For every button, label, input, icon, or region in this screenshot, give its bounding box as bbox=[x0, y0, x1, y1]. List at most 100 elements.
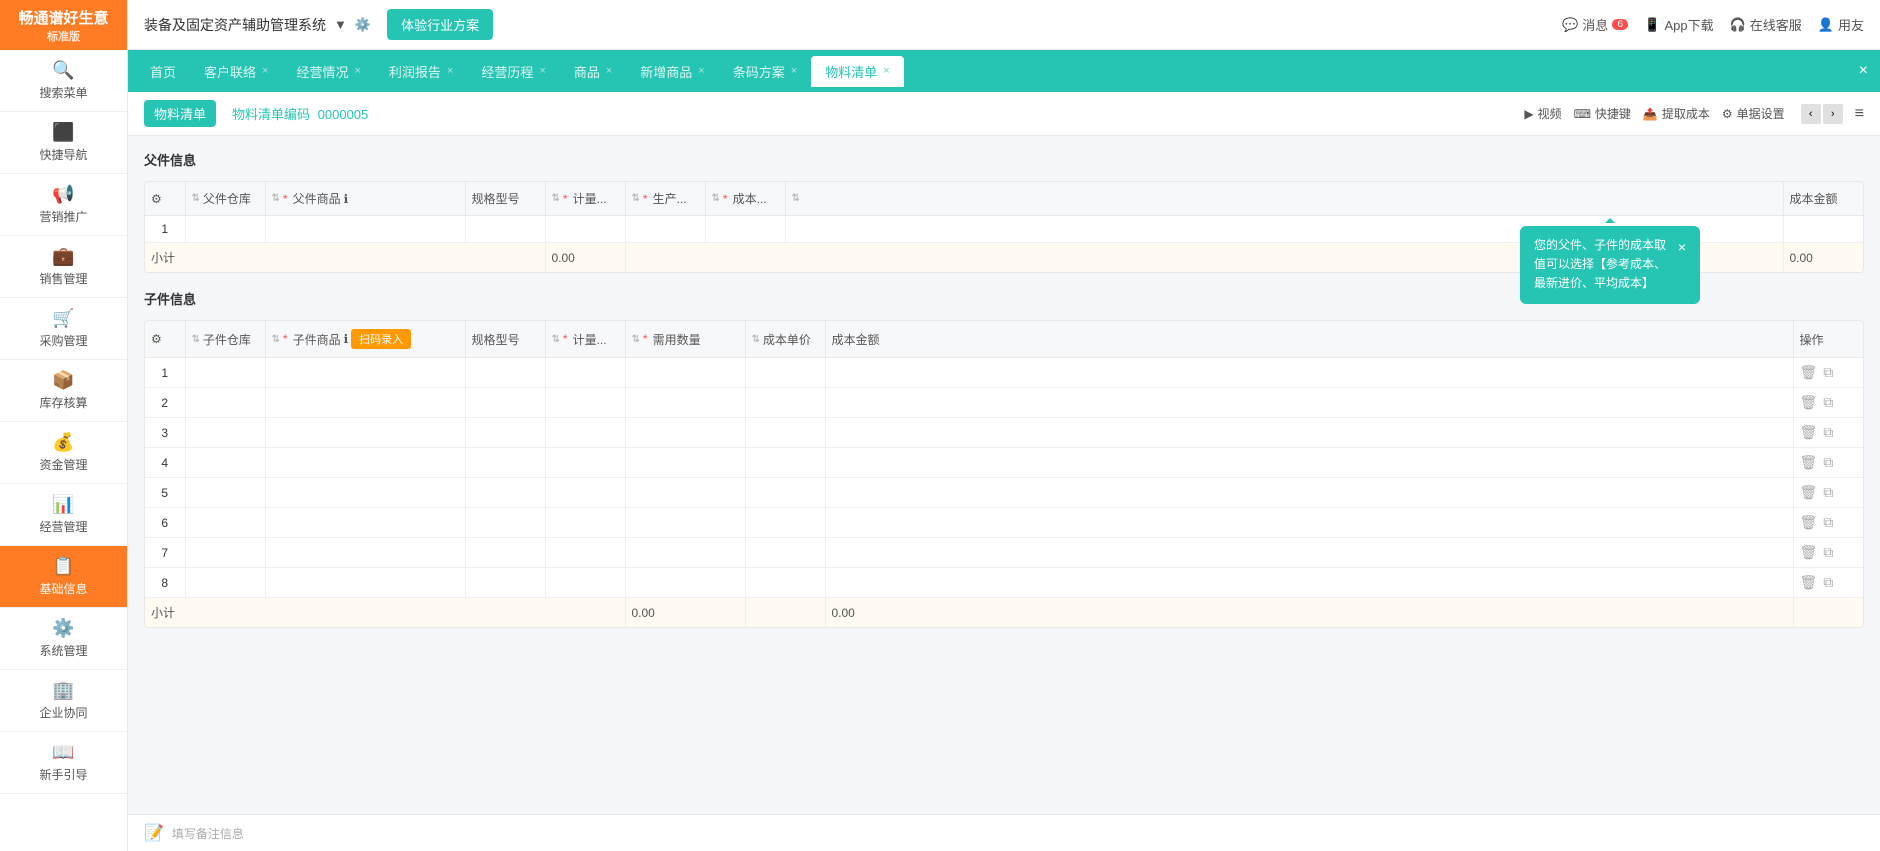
view-btn[interactable]: ▶ 视频 bbox=[1524, 105, 1561, 122]
copy-icon[interactable]: ⧉ bbox=[1823, 484, 1833, 501]
sidebar-item-search[interactable]: 🔍 搜索菜单 bbox=[0, 50, 127, 112]
parent-row-unit[interactable] bbox=[545, 216, 625, 243]
copy-icon[interactable]: ⧉ bbox=[1823, 454, 1833, 471]
delete-icon[interactable]: 🗑 bbox=[1800, 454, 1818, 471]
child-row-unit-cost[interactable] bbox=[745, 568, 825, 598]
sidebar-item-inventory[interactable]: 📦 库存核算 bbox=[0, 360, 127, 422]
child-row-unit[interactable] bbox=[545, 508, 625, 538]
copy-icon[interactable]: ⧉ bbox=[1823, 364, 1833, 381]
child-row-product[interactable] bbox=[265, 358, 465, 388]
sidebar-item-basic-info[interactable]: 📋 基础信息 bbox=[0, 546, 127, 608]
tab-home[interactable]: 首页 bbox=[136, 56, 190, 87]
experience-btn[interactable]: 体验行业方案 bbox=[387, 9, 493, 40]
child-row-unit-cost[interactable] bbox=[745, 508, 825, 538]
child-row-spec[interactable] bbox=[465, 418, 545, 448]
child-th-settings[interactable]: ⚙ bbox=[145, 321, 185, 358]
child-row-unit[interactable] bbox=[545, 358, 625, 388]
scan-btn[interactable]: 扫码录入 bbox=[351, 329, 411, 349]
child-row-unit[interactable] bbox=[545, 478, 625, 508]
delete-icon[interactable]: 🗑 bbox=[1800, 544, 1818, 561]
child-row-spec[interactable] bbox=[465, 358, 545, 388]
tab-bom[interactable]: 物料清单 × bbox=[811, 56, 903, 87]
child-row-spec[interactable] bbox=[465, 388, 545, 418]
copy-icon[interactable]: ⧉ bbox=[1823, 514, 1833, 531]
parent-row-cost[interactable] bbox=[705, 216, 785, 243]
tab-new-product-close[interactable]: × bbox=[698, 65, 704, 77]
tooltip-close-btn[interactable]: × bbox=[1678, 236, 1686, 258]
child-row-warehouse[interactable] bbox=[185, 478, 265, 508]
child-row-warehouse[interactable] bbox=[185, 358, 265, 388]
child-row-quantity[interactable] bbox=[625, 508, 745, 538]
extract-cost-btn[interactable]: 📤 提取成本 bbox=[1643, 105, 1710, 122]
sidebar-item-purchase[interactable]: 🛒 采购管理 bbox=[0, 298, 127, 360]
child-row-unit-cost[interactable] bbox=[745, 538, 825, 568]
child-row-warehouse[interactable] bbox=[185, 448, 265, 478]
sidebar-item-system[interactable]: ⚙️ 系统管理 bbox=[0, 608, 127, 670]
tab-customer[interactable]: 客户联络 × bbox=[190, 56, 282, 87]
delete-icon[interactable]: 🗑 bbox=[1800, 424, 1818, 441]
copy-icon[interactable]: ⧉ bbox=[1823, 544, 1833, 561]
child-row-unit-cost[interactable] bbox=[745, 448, 825, 478]
child-row-product[interactable] bbox=[265, 448, 465, 478]
sidebar-item-guide[interactable]: 📖 新手引导 bbox=[0, 732, 127, 794]
child-row-unit[interactable] bbox=[545, 448, 625, 478]
child-row-product[interactable] bbox=[265, 388, 465, 418]
parent-row-produce[interactable] bbox=[625, 216, 705, 243]
child-row-quantity[interactable] bbox=[625, 448, 745, 478]
settings-btn[interactable]: ⚙️ bbox=[355, 17, 371, 33]
user-btn[interactable]: 👤 用友 bbox=[1818, 15, 1864, 34]
child-row-product[interactable] bbox=[265, 508, 465, 538]
tab-barcode[interactable]: 条码方案 × bbox=[719, 56, 811, 87]
tab-new-product[interactable]: 新增商品 × bbox=[626, 56, 718, 87]
parent-th-settings[interactable]: ⚙ bbox=[145, 182, 185, 216]
child-row-spec[interactable] bbox=[465, 448, 545, 478]
delete-icon[interactable]: 🗑 bbox=[1800, 484, 1818, 501]
copy-icon[interactable]: ⧉ bbox=[1823, 574, 1833, 591]
child-row-warehouse[interactable] bbox=[185, 568, 265, 598]
tab-barcode-close[interactable]: × bbox=[791, 65, 797, 77]
tab-bom-close[interactable]: × bbox=[883, 65, 889, 77]
child-row-unit-cost[interactable] bbox=[745, 478, 825, 508]
menu-btn[interactable]: ≡ bbox=[1855, 105, 1864, 123]
tab-customer-close[interactable]: × bbox=[262, 65, 268, 77]
delete-icon[interactable]: 🗑 bbox=[1800, 514, 1818, 531]
message-btn[interactable]: 💬 消息 6 bbox=[1562, 15, 1628, 34]
sidebar-item-enterprise[interactable]: 🏢 企业协同 bbox=[0, 670, 127, 732]
child-row-unit[interactable] bbox=[545, 388, 625, 418]
child-row-unit-cost[interactable] bbox=[745, 418, 825, 448]
child-row-product[interactable] bbox=[265, 478, 465, 508]
single-settings-btn[interactable]: ⚙ 单据设置 bbox=[1722, 105, 1785, 122]
tab-product[interactable]: 商品 × bbox=[560, 56, 626, 87]
child-row-unit-cost[interactable] bbox=[745, 358, 825, 388]
app-download-btn[interactable]: 📱 App下载 bbox=[1644, 15, 1713, 34]
prev-btn[interactable]: ‹ bbox=[1801, 104, 1821, 124]
child-row-spec[interactable] bbox=[465, 478, 545, 508]
sidebar-item-sales[interactable]: 💼 销售管理 bbox=[0, 236, 127, 298]
child-row-spec[interactable] bbox=[465, 538, 545, 568]
parent-row-spec[interactable] bbox=[465, 216, 545, 243]
parent-row-product[interactable] bbox=[265, 216, 465, 243]
copy-icon[interactable]: ⧉ bbox=[1823, 394, 1833, 411]
tab-history-close[interactable]: × bbox=[539, 65, 545, 77]
child-row-quantity[interactable] bbox=[625, 478, 745, 508]
tab-history[interactable]: 经营历程 × bbox=[467, 56, 559, 87]
child-row-spec[interactable] bbox=[465, 568, 545, 598]
online-service-btn[interactable]: 🎧 在线客服 bbox=[1730, 15, 1802, 34]
child-row-unit-cost[interactable] bbox=[745, 388, 825, 418]
child-row-quantity[interactable] bbox=[625, 388, 745, 418]
tab-product-close[interactable]: × bbox=[606, 65, 612, 77]
child-row-warehouse[interactable] bbox=[185, 538, 265, 568]
child-row-quantity[interactable] bbox=[625, 358, 745, 388]
bottom-hint[interactable]: 填写备注信息 bbox=[172, 825, 244, 842]
child-row-product[interactable] bbox=[265, 538, 465, 568]
tab-operations-close[interactable]: × bbox=[354, 65, 360, 77]
sidebar-item-operations[interactable]: 📊 经营管理 bbox=[0, 484, 127, 546]
delete-icon[interactable]: 🗑 bbox=[1800, 574, 1818, 591]
tab-operations[interactable]: 经营情况 × bbox=[282, 56, 374, 87]
parent-row-warehouse[interactable] bbox=[185, 216, 265, 243]
child-row-unit[interactable] bbox=[545, 418, 625, 448]
child-row-unit[interactable] bbox=[545, 538, 625, 568]
sub-tab-bom[interactable]: 物料清单 bbox=[144, 100, 216, 127]
next-btn[interactable]: › bbox=[1823, 104, 1843, 124]
shortcut-btn[interactable]: ⌨ 快捷键 bbox=[1574, 105, 1631, 122]
